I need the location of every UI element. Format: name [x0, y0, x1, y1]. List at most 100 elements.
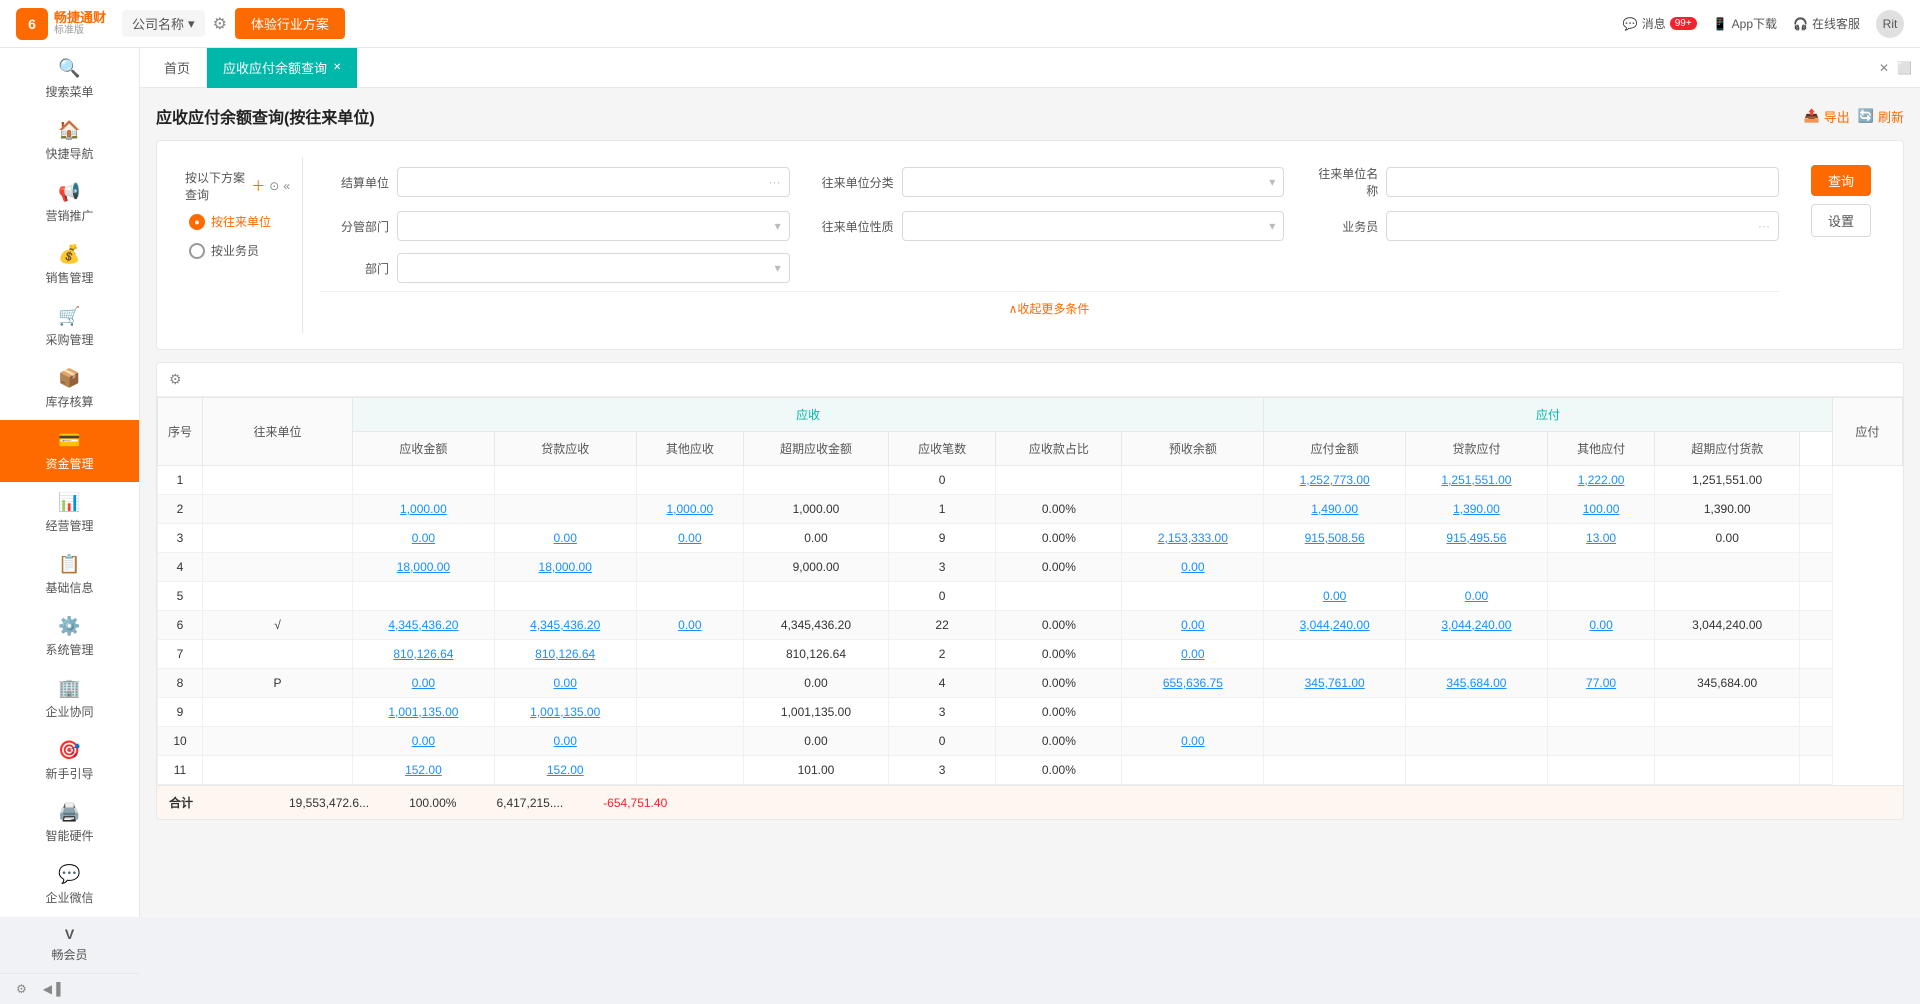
table-cell[interactable]: 915,495.56 — [1406, 524, 1548, 553]
tab-close-window-icon[interactable]: ✕ — [1879, 61, 1889, 75]
sidebar-item-operations[interactable]: 📊 经营管理 — [0, 482, 139, 544]
solution-button[interactable]: 体验行业方案 — [235, 8, 345, 39]
table-cell[interactable]: 100.00 — [1547, 495, 1654, 524]
sidebar-item-vip[interactable]: V 畅会员 — [0, 916, 139, 973]
table-settings-icon[interactable]: ⚙ — [169, 371, 182, 388]
table-cell[interactable] — [1122, 495, 1264, 524]
table-scroll[interactable]: 序号 往来单位 应收 应付 应付 应收金额 贷款应收 其他应收 超期应收金额 — [157, 397, 1903, 785]
table-cell[interactable]: 0.00 — [1264, 582, 1406, 611]
table-cell[interactable] — [636, 698, 743, 727]
table-cell[interactable]: 0.00 — [494, 669, 636, 698]
filter-back-icon[interactable]: « — [283, 179, 290, 193]
settlement-unit-input[interactable]: ··· — [397, 167, 790, 197]
table-cell[interactable] — [353, 582, 495, 611]
table-cell[interactable]: 915,508.56 — [1264, 524, 1406, 553]
table-cell[interactable]: 0.00 — [636, 611, 743, 640]
table-cell[interactable] — [1547, 640, 1654, 669]
table-cell[interactable] — [1406, 698, 1548, 727]
table-cell[interactable] — [636, 727, 743, 756]
sidebar-item-wechat[interactable]: 💬 企业微信 — [0, 854, 139, 916]
table-cell[interactable]: 13.00 — [1547, 524, 1654, 553]
table-cell[interactable] — [636, 756, 743, 785]
table-cell[interactable]: 345,761.00 — [1264, 669, 1406, 698]
table-cell[interactable]: 0.00 — [1406, 582, 1548, 611]
collapse-filter-button[interactable]: ∧ 收起更多条件 — [319, 291, 1779, 325]
table-cell[interactable]: 0.00 — [353, 524, 495, 553]
table-cell[interactable] — [636, 582, 743, 611]
collapse-sidebar-icon[interactable]: ◀▐ — [43, 982, 61, 996]
table-cell[interactable] — [1264, 756, 1406, 785]
table-cell[interactable] — [1406, 553, 1548, 582]
table-cell[interactable] — [1264, 553, 1406, 582]
table-cell[interactable]: 0.00 — [494, 524, 636, 553]
table-cell[interactable]: 0.00 — [636, 524, 743, 553]
table-cell[interactable] — [1406, 727, 1548, 756]
settings-bottom-icon[interactable]: ⚙ — [16, 982, 27, 996]
refresh-button[interactable]: 🔄 刷新 — [1858, 107, 1904, 126]
table-cell[interactable]: 152.00 — [494, 756, 636, 785]
sidebar-item-search-menu[interactable]: 🔍 搜索菜单 — [0, 48, 139, 110]
table-cell[interactable] — [636, 553, 743, 582]
tab-ar-query[interactable]: 应收应付余额查询 ✕ — [207, 48, 358, 88]
table-cell[interactable] — [494, 466, 636, 495]
table-cell[interactable]: 18,000.00 — [494, 553, 636, 582]
filter-nav-by-unit[interactable]: ● 按往来单位 — [173, 207, 302, 236]
table-cell[interactable] — [1547, 553, 1654, 582]
table-cell[interactable]: 3,044,240.00 — [1406, 611, 1548, 640]
sidebar-item-marketing[interactable]: 📢 营销推广 — [0, 172, 139, 234]
unit-nature-select[interactable]: ▾ — [902, 211, 1285, 241]
table-cell[interactable]: 0.00 — [1122, 640, 1264, 669]
table-cell[interactable] — [353, 466, 495, 495]
table-cell[interactable]: 345,684.00 — [1406, 669, 1548, 698]
table-cell[interactable]: 1,000.00 — [636, 495, 743, 524]
table-cell[interactable]: 0.00 — [353, 669, 495, 698]
table-cell[interactable] — [1122, 582, 1264, 611]
table-cell[interactable]: 810,126.64 — [353, 640, 495, 669]
table-cell[interactable]: 0.00 — [1547, 611, 1654, 640]
salesman-input[interactable]: ··· — [1386, 211, 1779, 241]
table-cell[interactable] — [1122, 756, 1264, 785]
table-cell[interactable] — [1547, 756, 1654, 785]
app-download-button[interactable]: 📱 App下载 — [1713, 15, 1777, 32]
sidebar-item-system[interactable]: ⚙️ 系统管理 — [0, 606, 139, 668]
table-cell[interactable]: 3,044,240.00 — [1264, 611, 1406, 640]
table-cell[interactable] — [1406, 756, 1548, 785]
table-cell[interactable]: 18,000.00 — [353, 553, 495, 582]
messages-button[interactable]: 💬 消息 99+ — [1623, 15, 1697, 32]
online-service-button[interactable]: 🎧 在线客服 — [1793, 15, 1860, 32]
table-cell[interactable] — [636, 640, 743, 669]
table-cell[interactable] — [1122, 466, 1264, 495]
table-cell[interactable] — [1547, 698, 1654, 727]
dept-select[interactable]: ▾ — [397, 211, 790, 241]
table-cell[interactable]: 1,001,135.00 — [494, 698, 636, 727]
table-cell[interactable] — [636, 669, 743, 698]
table-cell[interactable]: 1,222.00 — [1547, 466, 1654, 495]
unit-category-select[interactable]: ▾ — [902, 167, 1285, 197]
table-cell[interactable]: 1,390.00 — [1406, 495, 1548, 524]
tab-home[interactable]: 首页 — [148, 48, 207, 88]
table-cell[interactable] — [1122, 698, 1264, 727]
table-cell[interactable]: 0.00 — [1122, 553, 1264, 582]
table-cell[interactable] — [1547, 727, 1654, 756]
table-cell[interactable]: 1,251,551.00 — [1406, 466, 1548, 495]
unit-name-input[interactable] — [1386, 167, 1779, 197]
table-cell[interactable]: 1,001,135.00 — [353, 698, 495, 727]
gear-icon[interactable]: ⚙ — [213, 14, 227, 34]
table-cell[interactable]: 655,636.75 — [1122, 669, 1264, 698]
query-button[interactable]: 查询 — [1811, 165, 1871, 196]
sidebar-item-purchase[interactable]: 🛒 采购管理 — [0, 296, 139, 358]
sidebar-item-enterprise[interactable]: 🏢 企业协同 — [0, 668, 139, 730]
table-cell[interactable]: 0.00 — [1122, 727, 1264, 756]
table-cell[interactable]: 2,153,333.00 — [1122, 524, 1264, 553]
table-cell[interactable] — [1406, 640, 1548, 669]
table-cell[interactable]: 1,252,773.00 — [1264, 466, 1406, 495]
sidebar-item-sales[interactable]: 💰 销售管理 — [0, 234, 139, 296]
table-cell[interactable]: 152.00 — [353, 756, 495, 785]
sidebar-item-smart-hw[interactable]: 🖨️ 智能硬件 — [0, 792, 139, 854]
sidebar-item-finance[interactable]: 💳 资金管理 — [0, 420, 139, 482]
sidebar-item-guide[interactable]: 🎯 新手引导 — [0, 730, 139, 792]
sidebar-item-quick-nav[interactable]: 🏠 快捷导航 — [0, 110, 139, 172]
department-select[interactable]: ▾ — [397, 253, 790, 283]
table-cell[interactable] — [1547, 582, 1654, 611]
company-selector[interactable]: 公司名称 ▾ — [122, 10, 205, 37]
